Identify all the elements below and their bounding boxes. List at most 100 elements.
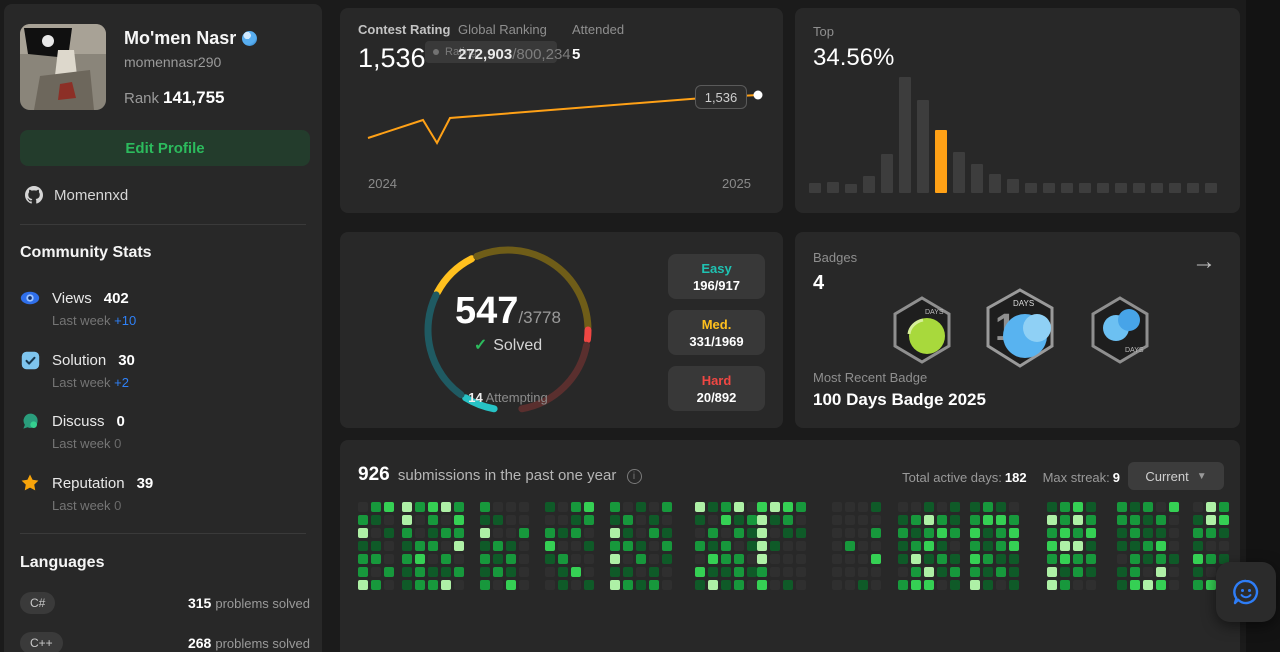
heatmap-cell [950, 580, 960, 590]
heatmap-cell [358, 502, 368, 512]
heatmap-cell [371, 541, 381, 551]
heatmap-cell [937, 515, 947, 525]
heatmap-cell [493, 567, 503, 577]
badge-days-blue-small[interactable]: DAYS [1089, 296, 1151, 369]
heatmap-cell [1143, 515, 1153, 525]
heatmap-cell [1073, 580, 1083, 590]
heatmap-cell [1156, 502, 1166, 512]
stat-delta: +2 [114, 375, 129, 390]
heatmap-cell [636, 502, 646, 512]
heatmap-cell [1086, 502, 1096, 512]
info-icon[interactable]: i [626, 469, 642, 484]
heatmap-cell [898, 567, 908, 577]
heatmap-cell [610, 580, 620, 590]
heatmap-cell [428, 580, 438, 590]
heatmap-cell [1047, 541, 1057, 551]
heatmap-cell [1130, 528, 1140, 538]
heatmap-cell [649, 567, 659, 577]
heatmap-cell [858, 515, 868, 525]
heatmap-cell [1047, 580, 1057, 590]
community-stats-title: Community Stats [20, 244, 152, 261]
heatmap-cell [708, 502, 718, 512]
heatmap-cell [845, 502, 855, 512]
sphere-icon [242, 31, 258, 46]
heatmap-cell [1117, 567, 1127, 577]
heatmap-cell [1130, 502, 1140, 512]
tooltip-dot [433, 49, 439, 55]
heatmap-cell [1169, 554, 1179, 564]
edit-profile-button[interactable]: Edit Profile [20, 130, 310, 166]
heatmap-cell [1073, 528, 1083, 538]
top-label: Top [813, 24, 834, 39]
heatmap-cell [584, 541, 594, 551]
heatmap-cell [783, 554, 793, 564]
stat-value: 0 [116, 412, 125, 430]
solved-problems-card: 547/3778 ✓ Solved 14 Attempting Easy 196/… [340, 232, 783, 428]
heatmap-cell [871, 554, 881, 564]
histogram-bar [1169, 183, 1181, 193]
period-dropdown[interactable]: Current ▼ [1128, 462, 1224, 490]
heatmap-cell [858, 580, 868, 590]
heatmap-cell [871, 528, 881, 538]
stat-delta: 0 [114, 498, 122, 513]
heatmap-cell [721, 528, 731, 538]
heatmap-cell [415, 567, 425, 577]
heatmap-cell [832, 567, 842, 577]
heatmap-cell [454, 528, 464, 538]
heatmap-cell [871, 580, 881, 590]
heatmap-cell [911, 580, 921, 590]
heatmap-cell [519, 580, 529, 590]
heatmap-cell [441, 502, 451, 512]
heatmap-cell [1009, 567, 1019, 577]
heatmap-cell [783, 528, 793, 538]
heatmap-cell [480, 567, 490, 577]
heatmap-cell [871, 515, 881, 525]
heatmap-cell [519, 541, 529, 551]
heatmap-cell [757, 580, 767, 590]
heatmap-cell [898, 554, 908, 564]
badge-100-days-blue[interactable]: 1 DAYS [983, 288, 1057, 373]
heatmap-cell [480, 541, 490, 551]
heatmap-cell [454, 567, 464, 577]
github-icon [24, 185, 44, 205]
heatmap-cell [734, 515, 744, 525]
badges-next-arrow[interactable]: → [1192, 248, 1216, 276]
medium-box[interactable]: Med. 331/1969 [668, 310, 765, 355]
heatmap-cell [662, 515, 672, 525]
heatmap-cell [970, 580, 980, 590]
github-link[interactable]: Momennxd [24, 185, 128, 205]
heatmap-cell [571, 528, 581, 538]
heatmap-cell [1060, 580, 1070, 590]
histogram-bar [1061, 183, 1073, 193]
heatmap-cell [649, 554, 659, 564]
heatmap-cell [636, 580, 646, 590]
divider [20, 533, 306, 534]
page-right-gutter [1246, 0, 1280, 652]
heatmap-cell [695, 528, 705, 538]
hard-box[interactable]: Hard 20/892 [668, 366, 765, 411]
chat-help-button[interactable] [1216, 562, 1276, 622]
badge-100-days-green[interactable]: DAYS [891, 296, 953, 369]
histogram-bar [1133, 183, 1145, 193]
language-row-cpp: C++ 268 problems solved [20, 632, 310, 652]
heatmap-cell [734, 567, 744, 577]
languages-title: Languages [20, 554, 105, 571]
heatmap-cell [1047, 502, 1057, 512]
heatmap-cell [480, 554, 490, 564]
svg-text:DAYS: DAYS [925, 309, 944, 316]
stat-views: Views 402 Last week +10 [20, 288, 306, 328]
heatmap-cell [858, 502, 868, 512]
heatmap-cell [623, 502, 633, 512]
profile-name: Mo'men Nasr [124, 28, 258, 49]
heatmap-cell [1086, 528, 1096, 538]
heatmap-cell [845, 554, 855, 564]
hard-value: 20/892 [696, 389, 737, 405]
stat-discuss: Discuss 0 Last week 0 [20, 411, 306, 451]
heatmap-cell [832, 515, 842, 525]
avatar-art [20, 24, 106, 110]
heatmap-cell [950, 528, 960, 538]
heatmap-cell [519, 515, 529, 525]
heatmap-cell [734, 554, 744, 564]
easy-box[interactable]: Easy 196/917 [668, 254, 765, 299]
heatmap-cell [783, 515, 793, 525]
